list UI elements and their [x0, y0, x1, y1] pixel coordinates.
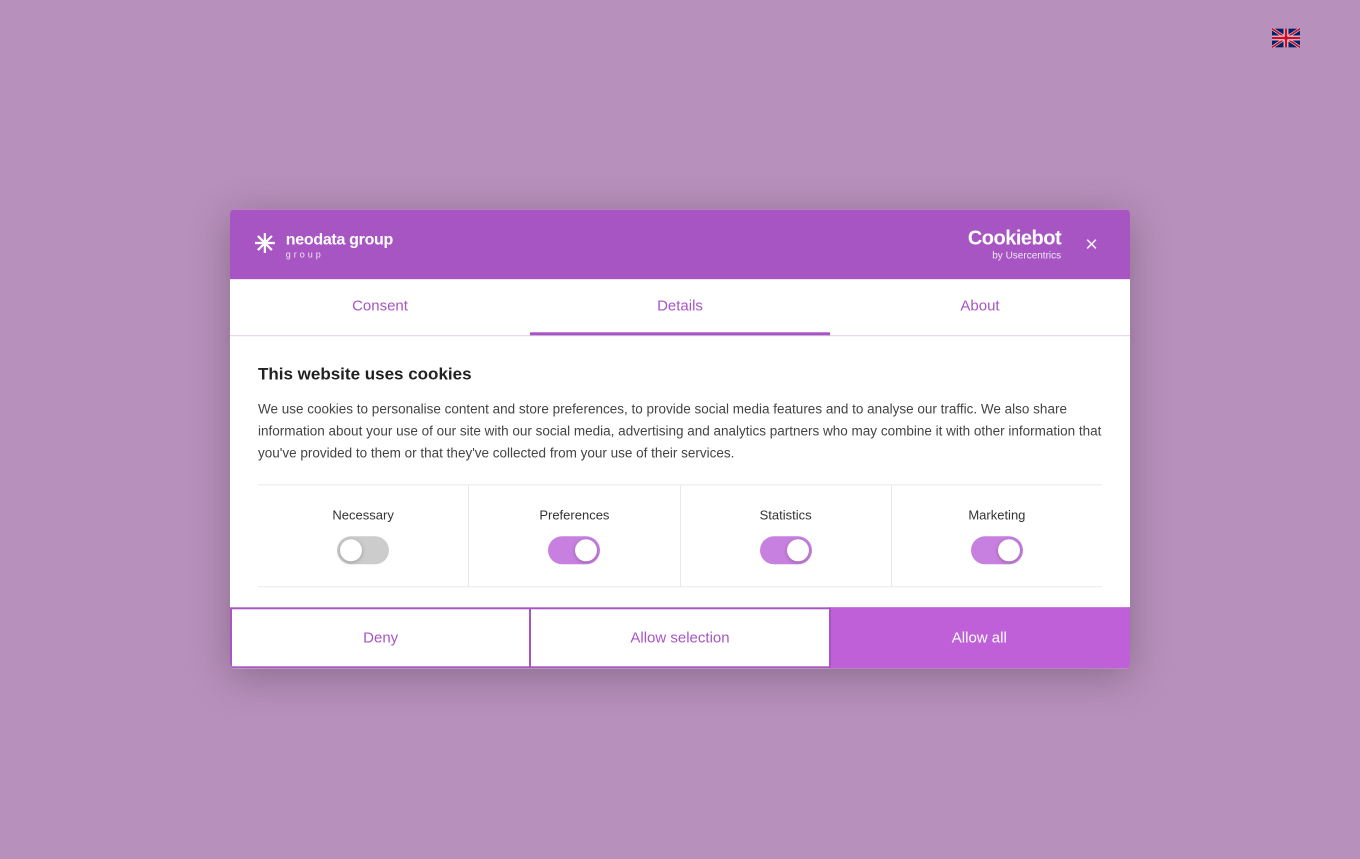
toggle-label-marketing: Marketing	[968, 508, 1025, 523]
toggle-necessary-thumb	[340, 540, 362, 562]
neodata-asterisk: ✳	[254, 228, 276, 259]
modal-tabs: Consent Details About	[230, 279, 1130, 336]
close-button[interactable]: ×	[1077, 229, 1106, 259]
toggle-label-statistics: Statistics	[760, 508, 812, 523]
cookie-consent-modal: ✳ neodata group group Cookiebot by Userc…	[230, 209, 1130, 669]
neodata-logo: ✳ neodata group group	[254, 228, 393, 259]
toggle-necessary[interactable]	[337, 537, 389, 565]
toggle-preferences[interactable]	[548, 537, 600, 565]
cookiebot-main-text: Cookiebot	[968, 227, 1061, 249]
tab-details[interactable]: Details	[530, 279, 830, 335]
toggle-cell-preferences: Preferences	[469, 486, 680, 587]
toggle-preferences-thumb	[575, 540, 597, 562]
cookiebot-logo: Cookiebot by Usercentrics	[968, 227, 1061, 261]
neodata-group-text: group	[286, 249, 393, 259]
toggle-marketing[interactable]	[971, 537, 1023, 565]
modal-header: ✳ neodata group group Cookiebot by Userc…	[230, 209, 1130, 279]
buttons-row: Deny Allow selection Allow all	[230, 608, 1130, 669]
toggle-statistics[interactable]	[760, 537, 812, 565]
cookiebot-sub-text: by Usercentrics	[968, 250, 1061, 261]
neodata-brand-name: neodata group	[286, 231, 393, 248]
allow-all-button[interactable]: Allow all	[831, 608, 1130, 669]
modal-body: This website uses cookies We use cookies…	[230, 336, 1130, 608]
toggle-cell-marketing: Marketing	[892, 486, 1102, 587]
header-logos: ✳ neodata group group	[254, 228, 393, 259]
language-selector[interactable]	[1272, 28, 1300, 48]
cookie-description: We use cookies to personalise content an…	[258, 398, 1102, 465]
deny-button[interactable]: Deny	[230, 608, 531, 669]
cookie-title: This website uses cookies	[258, 364, 1102, 384]
toggles-row: Necessary Preferences Statistics	[258, 485, 1102, 588]
tab-consent[interactable]: Consent	[230, 279, 530, 335]
allow-selection-button[interactable]: Allow selection	[531, 608, 830, 669]
toggle-cell-statistics: Statistics	[681, 486, 892, 587]
toggle-statistics-thumb	[787, 540, 809, 562]
toggle-label-necessary: Necessary	[332, 508, 393, 523]
toggle-marketing-thumb	[998, 540, 1020, 562]
toggle-cell-necessary: Necessary	[258, 486, 469, 587]
tab-about[interactable]: About	[830, 279, 1130, 335]
toggle-label-preferences: Preferences	[539, 508, 609, 523]
